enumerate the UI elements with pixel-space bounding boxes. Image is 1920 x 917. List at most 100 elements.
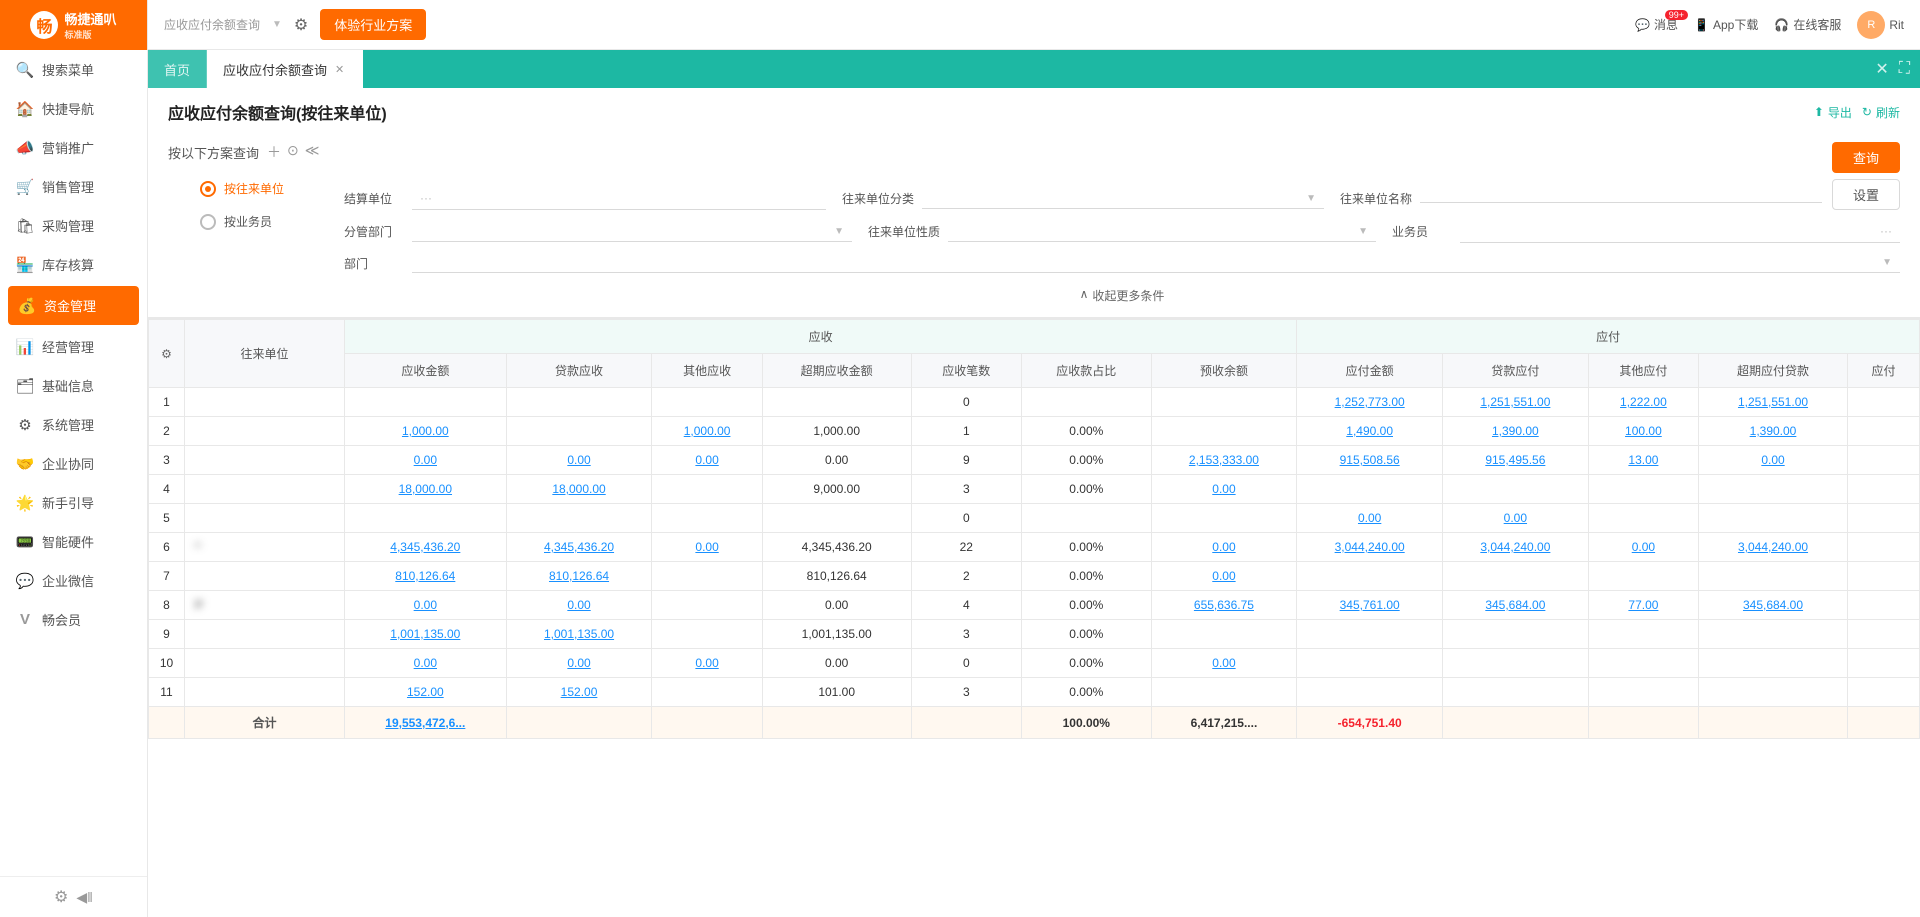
row-payable-amt[interactable] [1297,649,1443,678]
row-payable-amt[interactable] [1297,475,1443,504]
row-overdue-payable[interactable]: 3,044,240.00 [1699,533,1848,562]
row-payable-amt[interactable]: 915,508.56 [1297,446,1443,475]
sidebar-item-purchase[interactable]: 🛍 采购管理 [0,206,147,245]
tab-home[interactable]: 首页 [148,50,207,88]
row-overdue-payable[interactable] [1699,678,1848,707]
row-prepay-balance[interactable] [1151,388,1297,417]
row-prepay-balance[interactable]: 0.00 [1151,649,1297,678]
footer-collapse-icon[interactable]: ◀‖ [76,889,93,906]
row-loan-receivable[interactable]: 0.00 [506,591,652,620]
salesperson-input[interactable]: ··· [1460,220,1900,243]
topbar-gear-icon[interactable]: ⚙ [294,15,308,35]
row-loan-payable[interactable]: 3,044,240.00 [1443,533,1589,562]
row-loan-payable[interactable]: 0.00 [1443,504,1589,533]
sidebar-item-operation[interactable]: 📊 经营管理 [0,327,147,366]
row-prepay-balance[interactable] [1151,620,1297,649]
row-payable-amt[interactable]: 1,490.00 [1297,417,1443,446]
filter-collapse[interactable]: ∧ 收起更多条件 [344,279,1900,312]
dept-select[interactable]: ▼ [412,253,1900,273]
sidebar-item-inventory[interactable]: 🏪 库存核算 [0,245,147,284]
settlement-input[interactable]: ··· [412,187,826,210]
row-other-payable[interactable] [1588,562,1698,591]
sub-item-by-partner[interactable]: 按往来单位 [168,172,328,205]
row-prepay-balance[interactable]: 0.00 [1151,475,1297,504]
row-loan-receivable[interactable] [506,417,652,446]
row-loan-payable[interactable]: 345,684.00 [1443,591,1589,620]
row-loan-receivable[interactable]: 0.00 [506,649,652,678]
row-prepay-balance[interactable]: 2,153,333.00 [1151,446,1297,475]
topbar-user[interactable]: R Rit [1857,11,1904,39]
row-payable-amt[interactable]: 0.00 [1297,504,1443,533]
partner-name-input[interactable] [1420,194,1822,203]
row-receivable-amt[interactable]: 18,000.00 [344,475,506,504]
row-receivable-amt[interactable]: 4,345,436.20 [344,533,506,562]
row-loan-payable[interactable] [1443,678,1589,707]
row-receivable-amt[interactable]: 810,126.64 [344,562,506,591]
row-other-receivable[interactable] [652,562,762,591]
sidebar-item-marketing[interactable]: 📣 营销推广 [0,128,147,167]
row-receivable-amt[interactable]: 152.00 [344,678,506,707]
row-loan-receivable[interactable]: 4,345,436.20 [506,533,652,562]
tab-receivable[interactable]: 应收应付余额查询 ✕ [207,50,363,88]
row-overdue-payable[interactable]: 345,684.00 [1699,591,1848,620]
row-other-receivable[interactable] [652,591,762,620]
row-other-payable[interactable] [1588,475,1698,504]
row-prepay-balance[interactable] [1151,678,1297,707]
row-loan-receivable[interactable]: 1,001,135.00 [506,620,652,649]
row-other-payable[interactable] [1588,649,1698,678]
row-other-receivable[interactable]: 0.00 [652,649,762,678]
row-overdue-payable[interactable] [1699,620,1848,649]
settings-button[interactable]: 设置 [1832,179,1900,210]
row-prepay-balance[interactable]: 0.00 [1151,533,1297,562]
topbar-msg[interactable]: 💬 消息 99+ [1635,16,1678,33]
row-other-payable[interactable]: 13.00 [1588,446,1698,475]
topbar-app[interactable]: 📱 App下载 [1694,16,1758,33]
row-loan-payable[interactable]: 1,390.00 [1443,417,1589,446]
row-other-payable[interactable] [1588,504,1698,533]
row-other-receivable[interactable]: 0.00 [652,446,762,475]
sidebar-item-vip[interactable]: V 畅会员 [0,600,147,639]
sidebar-item-guide[interactable]: 🌟 新手引导 [0,483,147,522]
row-other-receivable[interactable] [652,620,762,649]
row-prepay-balance[interactable] [1151,417,1297,446]
topbar-service[interactable]: 🎧 在线客服 [1774,16,1841,33]
row-receivable-amt[interactable]: 0.00 [344,446,506,475]
export-button[interactable]: ⬆ 导出 [1814,104,1852,121]
sidebar-item-finance[interactable]: 💰 资金管理 [8,286,139,325]
tabbar-expand-icon[interactable]: ⛶ [1899,60,1910,78]
row-loan-payable[interactable] [1443,649,1589,678]
row-overdue-payable[interactable] [1699,504,1848,533]
row-overdue-payable[interactable]: 1,251,551.00 [1699,388,1848,417]
row-prepay-balance[interactable]: 655,636.75 [1151,591,1297,620]
row-receivable-amt[interactable]: 0.00 [344,649,506,678]
row-other-payable[interactable]: 77.00 [1588,591,1698,620]
sidebar-item-wechat[interactable]: 💬 企业微信 [0,561,147,600]
solution-button[interactable]: 体验行业方案 [320,9,426,40]
row-loan-payable[interactable] [1443,562,1589,591]
sidebar-item-hardware[interactable]: 📟 智能硬件 [0,522,147,561]
row-loan-payable[interactable] [1443,620,1589,649]
row-other-receivable[interactable] [652,388,762,417]
row-overdue-payable[interactable]: 0.00 [1699,446,1848,475]
refresh-button[interactable]: ↻ 刷新 [1862,104,1900,121]
row-receivable-amt[interactable] [344,388,506,417]
row-loan-receivable[interactable] [506,388,652,417]
footer-gear-icon[interactable]: ⚙ [54,887,68,907]
row-payable-amt[interactable]: 1,252,773.00 [1297,388,1443,417]
row-loan-receivable[interactable]: 0.00 [506,446,652,475]
row-receivable-amt[interactable]: 1,000.00 [344,417,506,446]
row-other-payable[interactable]: 100.00 [1588,417,1698,446]
row-other-payable[interactable] [1588,620,1698,649]
table-settings-icon[interactable]: ⚙ [161,347,172,361]
row-other-receivable[interactable]: 0.00 [652,533,762,562]
row-other-payable[interactable]: 1,222.00 [1588,388,1698,417]
row-payable-amt[interactable]: 3,044,240.00 [1297,533,1443,562]
partner-nature-select[interactable]: ▼ [948,222,1376,242]
row-receivable-amt[interactable]: 1,001,135.00 [344,620,506,649]
row-payable-amt[interactable] [1297,562,1443,591]
sidebar-item-system[interactable]: ⚙ 系统管理 [0,405,147,444]
row-receivable-amt[interactable]: 0.00 [344,591,506,620]
row-overdue-payable[interactable] [1699,649,1848,678]
row-other-payable[interactable]: 0.00 [1588,533,1698,562]
row-other-receivable[interactable]: 1,000.00 [652,417,762,446]
